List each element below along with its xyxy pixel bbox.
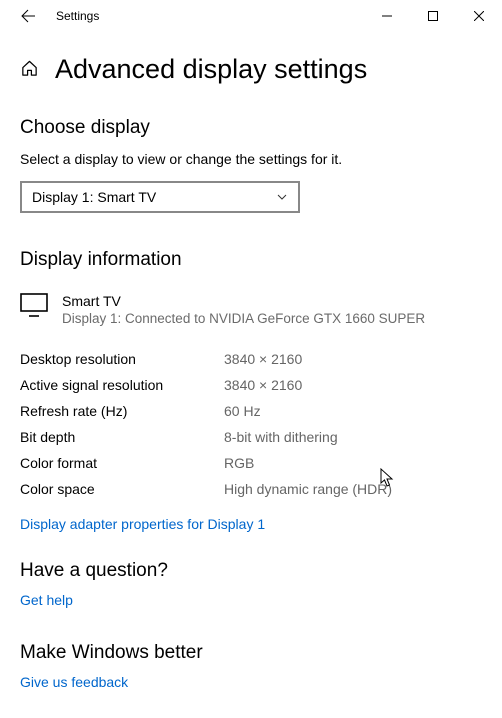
chevron-down-icon [276, 191, 288, 203]
close-icon [474, 11, 484, 21]
maximize-button[interactable] [410, 0, 456, 32]
back-arrow-icon [20, 8, 36, 24]
spec-key: Desktop resolution [20, 346, 224, 372]
spec-val: 3840 × 2160 [224, 372, 302, 398]
connected-display-name: Smart TV [62, 293, 425, 309]
table-row: Desktop resolution3840 × 2160 [20, 346, 482, 372]
get-help-link[interactable]: Get help [20, 592, 73, 608]
have-question-heading: Have a question? [20, 560, 482, 582]
minimize-button[interactable] [364, 0, 410, 32]
choose-display-desc: Select a display to view or change the s… [20, 151, 482, 167]
table-row: Refresh rate (Hz)60 Hz [20, 398, 482, 424]
maximize-icon [428, 11, 438, 21]
connected-display-sub: Display 1: Connected to NVIDIA GeForce G… [62, 311, 425, 326]
table-row: Color spaceHigh dynamic range (HDR) [20, 476, 482, 502]
spec-val: 3840 × 2160 [224, 346, 302, 372]
spec-val: 60 Hz [224, 398, 261, 424]
spec-val: High dynamic range (HDR) [224, 476, 392, 502]
monitor-icon [20, 293, 48, 320]
app-name: Settings [48, 9, 364, 23]
display-information-heading: Display information [20, 249, 482, 271]
give-feedback-link[interactable]: Give us feedback [20, 674, 128, 690]
back-button[interactable] [8, 0, 48, 32]
titlebar: Settings [0, 0, 502, 32]
home-icon[interactable] [20, 59, 39, 81]
spec-key: Active signal resolution [20, 372, 224, 398]
window-controls [364, 0, 502, 32]
spec-key: Bit depth [20, 424, 224, 450]
table-row: Active signal resolution3840 × 2160 [20, 372, 482, 398]
page-title: Advanced display settings [55, 54, 367, 85]
minimize-icon [382, 11, 392, 21]
spec-key: Color format [20, 450, 224, 476]
choose-display-heading: Choose display [20, 117, 482, 139]
spec-val: 8-bit with dithering [224, 424, 338, 450]
spec-key: Refresh rate (Hz) [20, 398, 224, 424]
spec-key: Color space [20, 476, 224, 502]
adapter-properties-link[interactable]: Display adapter properties for Display 1 [20, 516, 265, 532]
display-select-dropdown[interactable]: Display 1: Smart TV [20, 181, 300, 213]
table-row: Color formatRGB [20, 450, 482, 476]
spec-table: Desktop resolution3840 × 2160 Active sig… [20, 346, 482, 502]
spec-val: RGB [224, 450, 254, 476]
make-windows-better-heading: Make Windows better [20, 642, 482, 664]
table-row: Bit depth8-bit with dithering [20, 424, 482, 450]
close-button[interactable] [456, 0, 502, 32]
display-select-value: Display 1: Smart TV [32, 189, 156, 205]
